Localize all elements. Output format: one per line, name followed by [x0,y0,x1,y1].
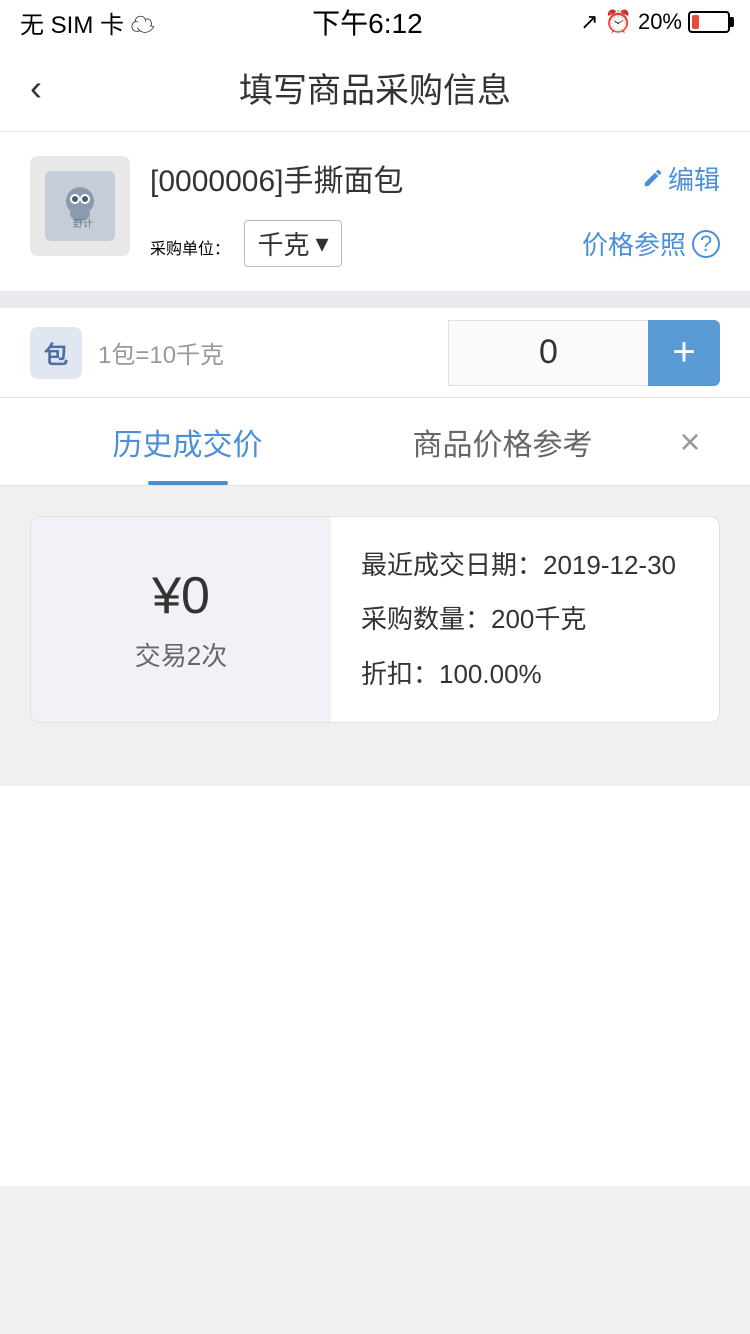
product-header: 野计 [0000006]手撕面包 编辑 采购单位： 千克 ▾ [30,156,720,267]
history-price-amount: ¥0 [152,566,210,626]
edit-icon [642,167,664,189]
price-ref-label: 价格参照 [582,225,686,262]
product-title: 手撕面包 [283,165,403,198]
quantity-plus-button[interactable]: + [648,320,720,386]
discount-label: 折扣： [361,659,439,689]
product-card: 野计 [0000006]手撕面包 编辑 采购单位： 千克 ▾ [0,132,750,292]
status-time: 下午6:12 [312,2,423,42]
unit-dropdown-icon: ▾ [315,228,328,259]
unit-conversion: 1包=10千克 [98,335,224,370]
sim-status: 无 SIM 卡 ☁ [20,5,155,40]
tab-close-button[interactable]: × [660,412,720,472]
recent-date-row: 最近成交日期：2019-12-30 [361,547,689,583]
unit-select[interactable]: 千克 ▾ [244,220,341,267]
history-price-value: 0 [181,567,210,625]
history-price-count: 交易2次 [135,636,227,673]
empty-area [0,786,750,1186]
battery-fill [692,15,699,29]
product-thumbnail: 野计 [30,156,130,256]
product-name: [0000006]手撕面包 [150,156,403,200]
quantity-row: 包 1包=10千克 0 + [0,308,750,398]
product-image-icon: 野计 [55,181,105,231]
page-title: 填写商品采购信息 [239,63,511,112]
history-price-panel: ¥0 交易2次 [31,517,331,722]
battery-icon [688,11,730,33]
edit-label: 编辑 [668,160,720,197]
history-card: ¥0 交易2次 最近成交日期：2019-12-30 采购数量：200千克 折扣：… [30,516,720,723]
product-unit-row: 采购单位： 千克 ▾ 价格参照 ? [150,220,720,267]
purchase-qty-row: 采购数量：200千克 [361,601,689,637]
tabs-container: 历史成交价 商品价格参考 × [0,398,750,486]
product-info: [0000006]手撕面包 编辑 采购单位： 千克 ▾ 价格参照 ? [150,156,720,267]
purchase-qty-label: 采购数量： [361,604,491,634]
quantity-unit-info: 包 1包=10千克 [30,327,224,379]
product-id: [0000006] [150,165,283,198]
history-content: ¥0 交易2次 最近成交日期：2019-12-30 采购数量：200千克 折扣：… [0,486,750,786]
price-ref-help-icon: ? [692,230,720,258]
unit-value: 千克 [257,225,309,262]
svg-text:野计: 野计 [73,217,93,230]
recent-date-value: 2019-12-30 [543,550,676,580]
quantity-input-area: 0 + [448,320,720,386]
status-bar: 无 SIM 卡 ☁ 下午6:12 ↗ ⏰ 20% [0,0,750,44]
alarm-icon: ⏰ [605,9,632,35]
battery-shape [688,11,730,33]
tab-product-price-ref[interactable]: 商品价格参考 [345,398,660,485]
discount-value: 100.00% [439,659,542,689]
unit-label: 采购单位： [150,241,230,258]
status-left: 无 SIM 卡 ☁ [20,5,155,40]
product-name-row: [0000006]手撕面包 编辑 [150,156,720,200]
back-button[interactable]: ‹ [30,67,90,109]
history-detail-panel: 最近成交日期：2019-12-30 采购数量：200千克 折扣：100.00% [331,517,719,722]
unit-label-group: 采购单位： 千克 ▾ [150,220,342,267]
quantity-display[interactable]: 0 [448,320,648,386]
unit-badge: 包 [30,327,82,379]
recent-date-label: 最近成交日期： [361,550,543,580]
tab-history-label: 历史成交价 [113,420,263,464]
product-thumb-inner: 野计 [45,171,115,241]
currency-symbol: ¥ [152,567,181,625]
price-reference-button[interactable]: 价格参照 ? [582,225,720,262]
tab-history-price[interactable]: 历史成交价 [30,398,345,485]
edit-button[interactable]: 编辑 [642,160,720,197]
location-icon: ↗ [580,9,598,35]
nav-bar: ‹ 填写商品采购信息 [0,44,750,132]
section-divider [0,292,750,308]
tab-price-ref-label: 商品价格参考 [413,420,593,464]
discount-row: 折扣：100.00% [361,656,689,692]
status-right: ↗ ⏰ 20% [580,9,730,35]
battery-percentage: 20% [638,9,682,35]
tab-active-underline [148,481,228,485]
purchase-qty-value: 200千克 [491,604,586,634]
